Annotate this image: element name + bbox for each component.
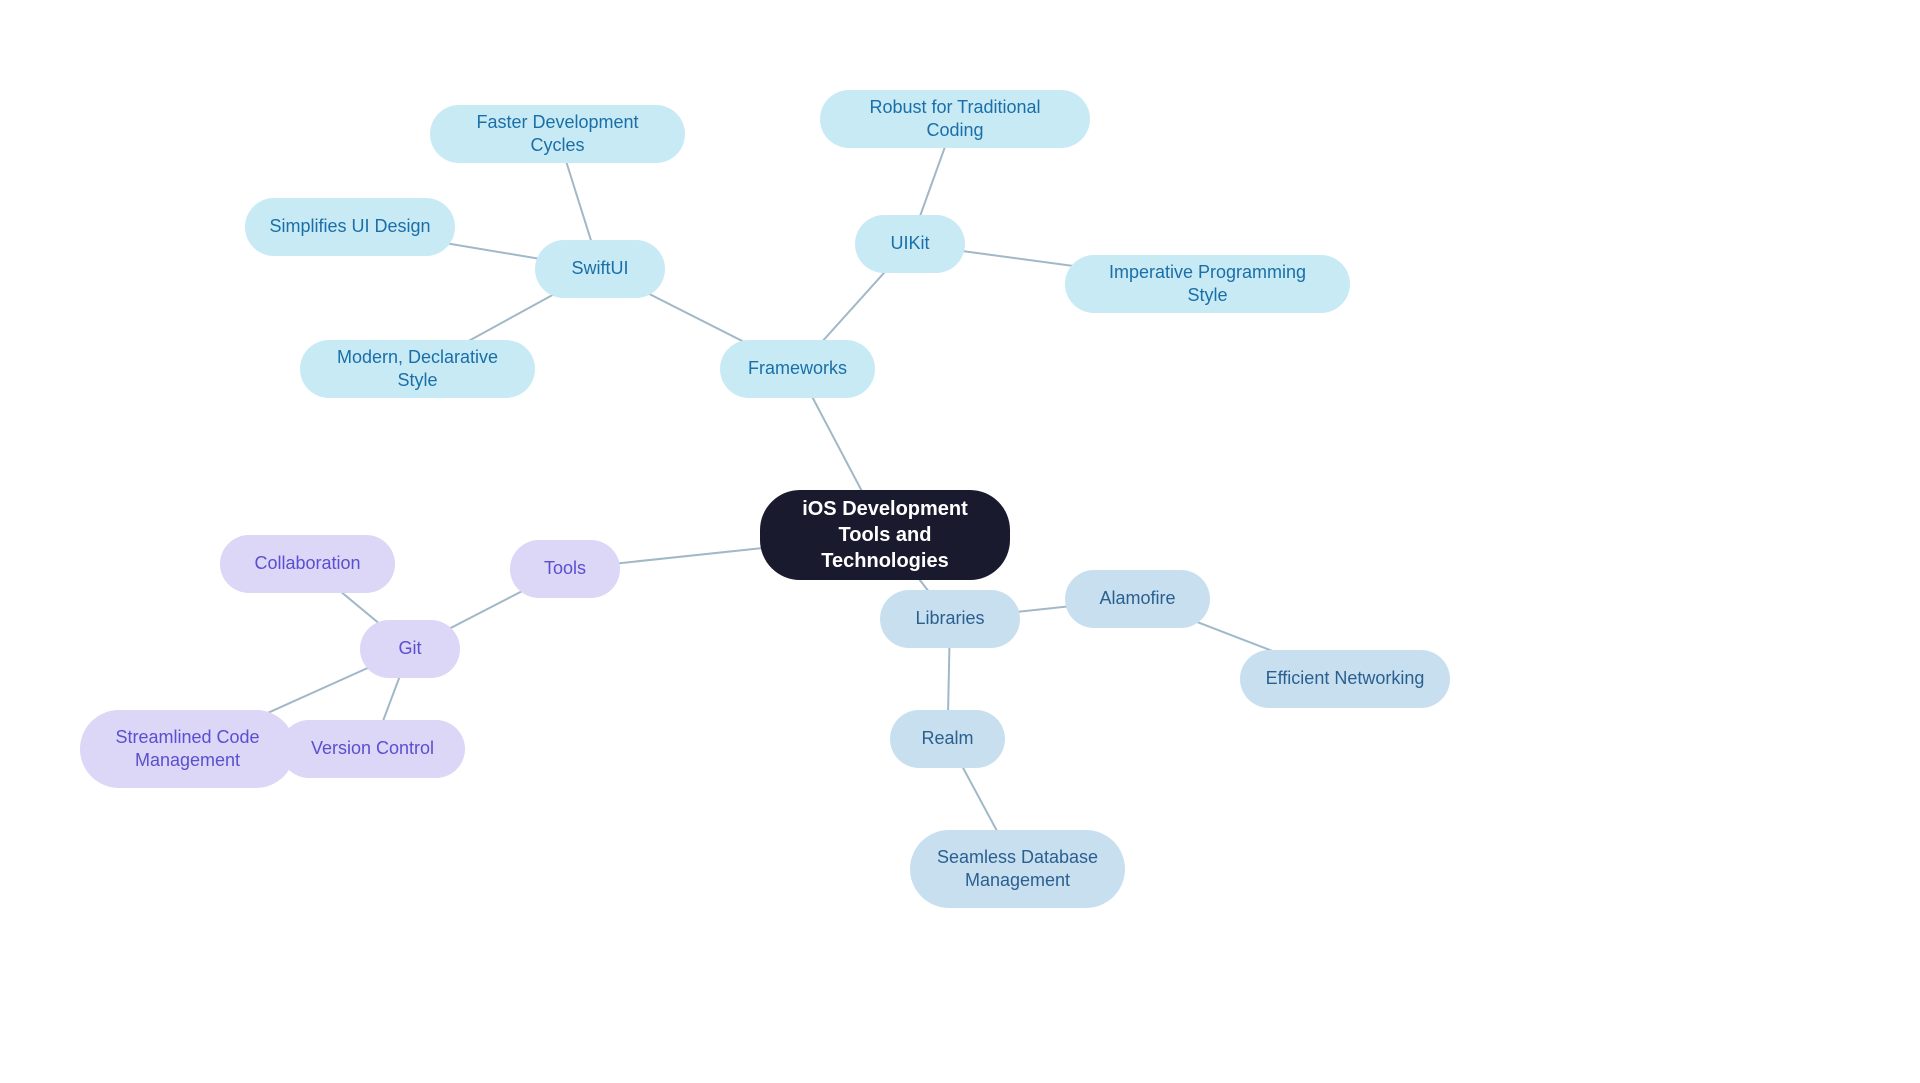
node-frameworks: Frameworks: [720, 340, 875, 398]
node-center: iOS Development Tools and Technologies: [760, 490, 1010, 580]
node-label-center: iOS Development Tools and Technologies: [784, 496, 986, 574]
node-label-git: Git: [398, 637, 421, 660]
node-label-collaboration: Collaboration: [254, 552, 360, 575]
node-label-streamlined: Streamlined Code Management: [115, 726, 259, 773]
node-streamlined: Streamlined Code Management: [80, 710, 295, 788]
node-uikit: UIKit: [855, 215, 965, 273]
node-robust_coding: Robust for Traditional Coding: [820, 90, 1090, 148]
node-label-simplifies_ui: Simplifies UI Design: [269, 215, 430, 238]
node-label-imperative: Imperative Programming Style: [1089, 261, 1326, 308]
node-simplifies_ui: Simplifies UI Design: [245, 198, 455, 256]
node-label-realm: Realm: [921, 727, 973, 750]
node-label-swiftui: SwiftUI: [571, 257, 628, 280]
node-label-tools: Tools: [544, 557, 586, 580]
node-libraries: Libraries: [880, 590, 1020, 648]
node-alamofire: Alamofire: [1065, 570, 1210, 628]
node-modern_declarative: Modern, Declarative Style: [300, 340, 535, 398]
node-label-modern_declarative: Modern, Declarative Style: [324, 346, 511, 393]
node-imperative: Imperative Programming Style: [1065, 255, 1350, 313]
node-efficient_networking: Efficient Networking: [1240, 650, 1450, 708]
node-label-uikit: UIKit: [890, 232, 929, 255]
node-label-efficient_networking: Efficient Networking: [1266, 667, 1425, 690]
node-label-seamless_db: Seamless Database Management: [937, 846, 1098, 893]
node-label-alamofire: Alamofire: [1099, 587, 1175, 610]
node-tools: Tools: [510, 540, 620, 598]
node-collaboration: Collaboration: [220, 535, 395, 593]
node-realm: Realm: [890, 710, 1005, 768]
node-seamless_db: Seamless Database Management: [910, 830, 1125, 908]
node-swiftui: SwiftUI: [535, 240, 665, 298]
node-label-version_control: Version Control: [311, 737, 434, 760]
node-version_control: Version Control: [280, 720, 465, 778]
node-git: Git: [360, 620, 460, 678]
node-label-frameworks: Frameworks: [748, 357, 847, 380]
node-label-libraries: Libraries: [915, 607, 984, 630]
node-faster_dev: Faster Development Cycles: [430, 105, 685, 163]
node-label-faster_dev: Faster Development Cycles: [454, 111, 661, 158]
node-label-robust_coding: Robust for Traditional Coding: [844, 96, 1066, 143]
